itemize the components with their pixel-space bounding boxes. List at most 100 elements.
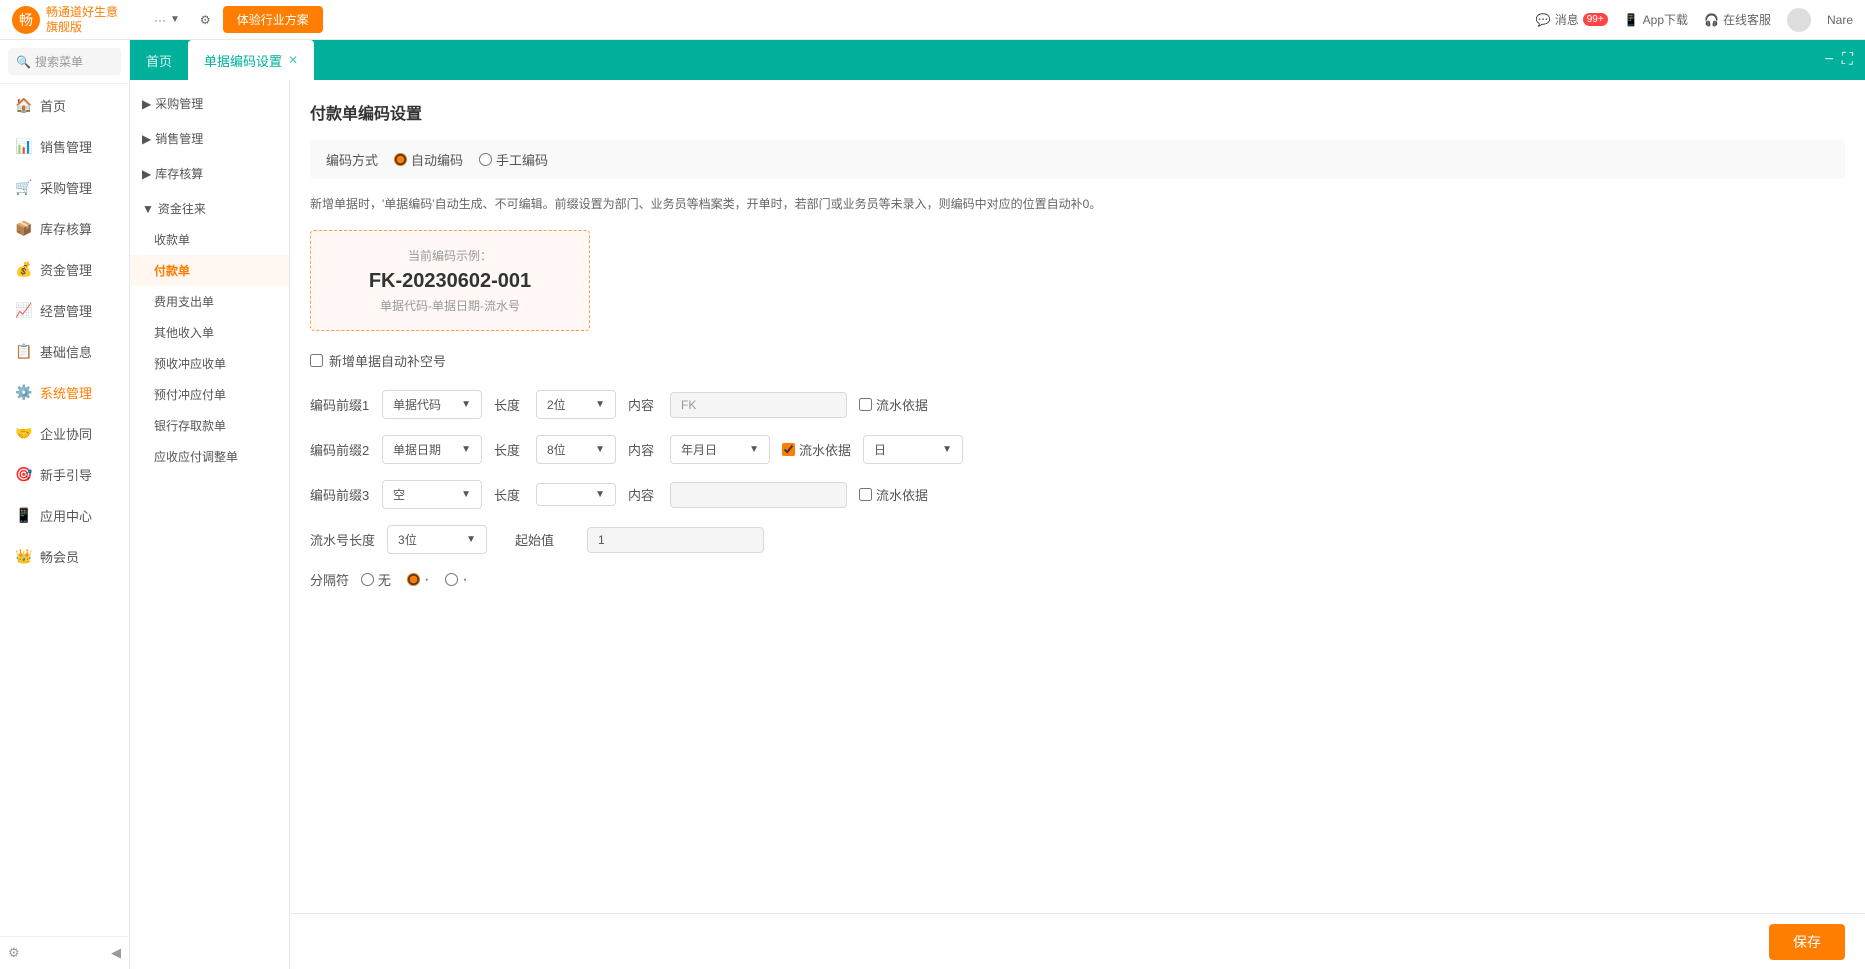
code-preview-sub: 单据代码-单据日期-流水号 (335, 297, 565, 314)
start-value-input[interactable] (587, 527, 764, 553)
serial2-checkbox[interactable] (782, 443, 795, 456)
settings-icon-btn[interactable]: ⚙ (192, 9, 219, 31)
length3-select[interactable]: ▼ (536, 483, 616, 506)
operations-icon: 📈 (16, 303, 32, 319)
second-sidebar-item-yingshou[interactable]: 应收应付调整单 (130, 441, 289, 472)
second-sidebar-item-yuchong2[interactable]: 预付冲应付单 (130, 379, 289, 410)
second-sidebar-item-yinhang[interactable]: 银行存取款单 (130, 410, 289, 441)
sidebar-item-member[interactable]: 👑 畅会员 (4, 537, 125, 576)
prefix1-select[interactable]: 单据代码 ▼ (382, 390, 482, 419)
second-sidebar-item-fukuan[interactable]: 付款单 (130, 255, 289, 286)
enterprise-icon: 🤝 (16, 426, 32, 442)
user-avatar[interactable] (1787, 8, 1811, 32)
prefix2-chevron: ▼ (461, 444, 471, 455)
settings-bottom-icon[interactable]: ⚙ (8, 945, 20, 961)
prefix1-label: 编码前缀1 (310, 395, 370, 414)
separator-dot1-radio[interactable] (407, 573, 420, 586)
app-download-btn[interactable]: 📱 App下载 (1624, 11, 1688, 28)
length1-select[interactable]: 2位 ▼ (536, 390, 616, 419)
chevron-right-icon3: ▶ (142, 167, 151, 181)
separator-none-radio[interactable] (361, 573, 374, 586)
tab-maximize-icon[interactable]: ⛶ (1842, 51, 1853, 69)
sidebar-item-inventory[interactable]: 📦 库存核算 (4, 209, 125, 248)
serial2-row: 流水依据 (782, 440, 851, 459)
save-button[interactable]: 保存 (1769, 924, 1845, 960)
encoding-radio-group: 自动编码 手工编码 (394, 150, 548, 169)
form-title: 付款单编码设置 (310, 100, 1845, 124)
guide-icon: 🎯 (16, 467, 32, 483)
separator-options: 无 · · (361, 570, 468, 589)
second-sidebar-item-qita[interactable]: 其他收入单 (130, 317, 289, 348)
serial3-checkbox[interactable] (859, 488, 872, 501)
content2-select[interactable]: 年月日 ▼ (670, 435, 770, 464)
serial1-checkbox[interactable] (859, 398, 872, 411)
sidebar-item-apps[interactable]: 📱 应用中心 (4, 496, 125, 535)
separator-dot2[interactable]: · (445, 571, 467, 589)
sidebar-item-operations[interactable]: 📈 经营管理 (4, 291, 125, 330)
collapse-sidebar-button[interactable]: ◀ (111, 945, 121, 961)
username: Nare (1827, 13, 1853, 27)
second-sidebar-group-inventory-header[interactable]: ▶ 库存核算 (130, 158, 289, 189)
second-sidebar-item-feiyong[interactable]: 费用支出单 (130, 286, 289, 317)
apps-icon: 📱 (16, 508, 32, 524)
member-icon: 👑 (16, 549, 32, 565)
separator-label: 分隔符 (310, 570, 349, 589)
second-sidebar-group-sales-header[interactable]: ▶ 销售管理 (130, 123, 289, 154)
auto-encode-input[interactable] (394, 153, 407, 166)
second-sidebar: ▶ 采购管理 ▶ 销售管理 ▶ 库存核算 (130, 80, 290, 969)
second-sidebar-group-purchase-header[interactable]: ▶ 采购管理 (130, 88, 289, 119)
basic-icon: 📋 (16, 344, 32, 360)
experience-button[interactable]: 体验行业方案 (223, 6, 323, 33)
prefix3-select[interactable]: 空 ▼ (382, 480, 482, 509)
nav-dropdown[interactable]: ··· ▼ (146, 9, 188, 31)
search-menu-button[interactable]: 🔍 搜索菜单 (8, 48, 121, 75)
second-sidebar-group-funds-header[interactable]: ▼ 资金往来 (130, 193, 289, 224)
prefix2-select[interactable]: 单据日期 ▼ (382, 435, 482, 464)
separator-dot1[interactable]: · (407, 571, 429, 589)
tab-encoding[interactable]: 单据编码设置 ✕ (188, 40, 314, 80)
separator-dot2-radio[interactable] (445, 573, 458, 586)
length3-label: 长度 (494, 485, 524, 504)
logo-icon: 畅 (12, 6, 40, 34)
sidebar-item-finance[interactable]: 💰 资金管理 (4, 250, 125, 289)
sidebar-item-sales[interactable]: 📊 销售管理 (4, 127, 125, 166)
length2-label: 长度 (494, 440, 524, 459)
start-value-label: 起始值 (515, 530, 575, 549)
content-area: ▶ 采购管理 ▶ 销售管理 ▶ 库存核算 (130, 80, 1865, 969)
online-service-btn[interactable]: 🎧 在线客服 (1704, 11, 1771, 28)
sidebar-item-system[interactable]: ⚙️ 系统管理 (4, 373, 125, 412)
tab-home[interactable]: 首页 (130, 40, 188, 80)
content3-label: 内容 (628, 485, 658, 504)
sidebar-item-enterprise[interactable]: 🤝 企业协同 (4, 414, 125, 453)
second-sidebar-item-yuchong1[interactable]: 预收冲应收单 (130, 348, 289, 379)
prefix1-chevron: ▼ (461, 399, 471, 410)
serial2-unit-select[interactable]: 日 ▼ (863, 435, 963, 464)
sidebar-item-purchase[interactable]: 🛒 采购管理 (4, 168, 125, 207)
separator-none[interactable]: 无 (361, 570, 391, 589)
auto-fill-row: 新增单据自动补空号 (310, 351, 1845, 370)
top-bar: 畅 畅通道好生意 旗舰版 ··· ▼ ⚙ 体验行业方案 💬 消息 99+ 📱 A… (0, 0, 1865, 40)
sidebar-item-basic[interactable]: 📋 基础信息 (4, 332, 125, 371)
length1-label: 长度 (494, 395, 524, 414)
manual-encode-input[interactable] (479, 153, 492, 166)
sidebar-item-home[interactable]: 🏠 首页 (4, 86, 125, 125)
content3-input[interactable] (670, 482, 847, 508)
auto-encode-radio[interactable]: 自动编码 (394, 150, 463, 169)
length2-select[interactable]: 8位 ▼ (536, 435, 616, 464)
auto-fill-checkbox[interactable] (310, 354, 323, 367)
serial-length-row: 流水号长度 3位 ▼ 起始值 (310, 525, 1845, 554)
chevron-right-icon2: ▶ (142, 132, 151, 146)
manual-encode-radio[interactable]: 手工编码 (479, 150, 548, 169)
bottom-bar: 保存 (290, 913, 1865, 969)
tab-minimize-icon[interactable]: − (1824, 51, 1833, 69)
sidebar-item-guide[interactable]: 🎯 新手引导 (4, 455, 125, 494)
tab-close-icon[interactable]: ✕ (288, 53, 298, 67)
serial2-unit-chevron: ▼ (942, 444, 952, 455)
info-text: 新增单据时，'单据编码'自动生成、不可编辑。前缀设置为部门、业务员等档案类，开单… (310, 195, 1845, 214)
app-layout: 🔍 搜索菜单 🏠 首页 📊 销售管理 🛒 采购管理 📦 库存核算 💰 (0, 0, 1865, 969)
messages-btn[interactable]: 💬 消息 99+ (1536, 11, 1608, 28)
second-sidebar-item-shoukuan[interactable]: 收款单 (130, 224, 289, 255)
serial-length-select[interactable]: 3位 ▼ (387, 525, 487, 554)
length2-chevron: ▼ (595, 444, 605, 455)
messages-badge: 99+ (1583, 13, 1608, 26)
